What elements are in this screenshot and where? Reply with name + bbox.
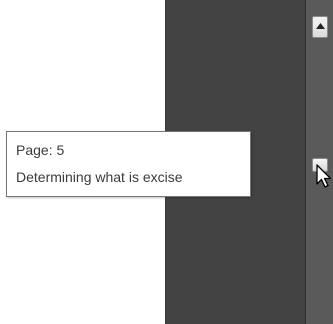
scroll-position-tooltip: Page: 5 Determining what is excise xyxy=(6,131,251,197)
mouse-pointer-icon xyxy=(316,164,332,188)
triangle-up-icon xyxy=(316,23,325,29)
tooltip-heading-text: Determining what is excise xyxy=(16,169,183,185)
tooltip-page-number: Page: 5 xyxy=(16,142,65,158)
scroll-up-button[interactable] xyxy=(312,16,328,38)
document-view: Page: 5 Determining what is excise xyxy=(0,0,333,324)
